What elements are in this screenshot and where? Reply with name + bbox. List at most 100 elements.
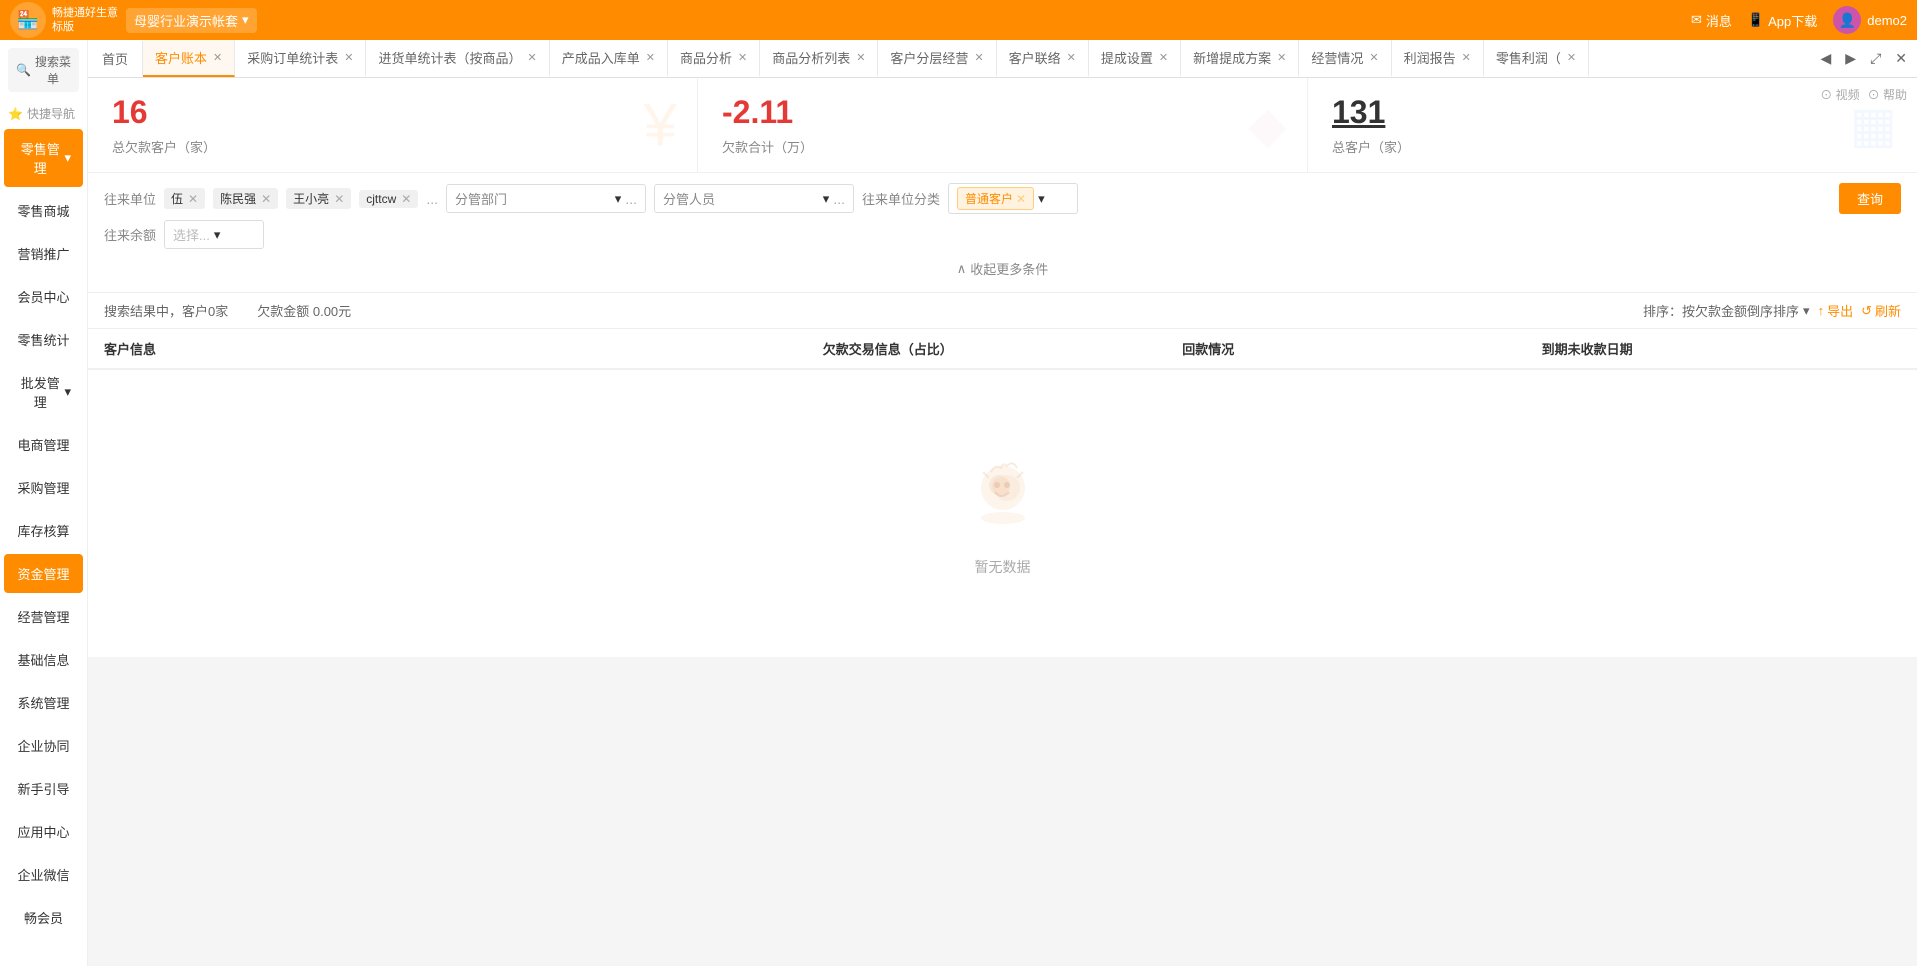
tab-close-all-button[interactable]: ✕ xyxy=(1889,46,1913,71)
data-table: 客户信息 欠款交易信息（占比） 回款情况 到期未收款日期 xyxy=(88,329,1917,657)
logo-area: 🏪 畅捷通好生意 标版 xyxy=(10,2,118,38)
sidebar-item-vip-member[interactable]: 畅会员 xyxy=(4,898,83,937)
search-result-text: 搜索结果中，客户0家 xyxy=(104,301,228,320)
app-layout: 🏪 畅捷通好生意 标版 母婴行业演示帐套 ▾ ✉ 消息 📱 App下载 👤 de… xyxy=(0,0,1917,966)
sidebar-item-enterprise-wechat[interactable]: 企业微信 xyxy=(4,855,83,894)
sidebar-item-inventory[interactable]: 库存核算 xyxy=(4,511,83,550)
col-customer-info: 客户信息 xyxy=(104,339,823,358)
dept-select[interactable]: 分管部门 ▾ ... xyxy=(446,184,646,213)
tab-customer-account[interactable]: 客户账本 ✕ xyxy=(143,40,235,77)
chevron-down-icon: ▾ xyxy=(1803,303,1810,319)
logo-icon: 🏪 xyxy=(10,2,46,38)
collapse-button[interactable]: ∧ 收起更多条件 xyxy=(957,255,1049,282)
close-icon[interactable]: ✕ xyxy=(738,51,747,64)
more-tags-button[interactable]: ... xyxy=(426,191,438,207)
tab-next-button[interactable]: ▶ xyxy=(1839,46,1862,71)
close-icon[interactable]: ✕ xyxy=(1159,51,1168,64)
tab-customer-segment[interactable]: 客户分层经营 ✕ xyxy=(878,40,996,77)
classification-select[interactable]: 普通客户 ✕ ▾ xyxy=(948,183,1078,214)
close-icon[interactable]: ✕ xyxy=(344,51,353,64)
tab-profit-report[interactable]: 利润报告 ✕ xyxy=(1392,40,1484,77)
sidebar: 🔍 搜索菜单 ⭐ 快捷导航 零售管理 ▾ 零售商城 营销推广 会员中心 零售统计… xyxy=(0,40,88,966)
tab-prev-button[interactable]: ◀ xyxy=(1815,46,1838,71)
quick-nav-button[interactable]: ⭐ 快捷导航 xyxy=(0,100,87,127)
arrears-customers-label: 总欠款客户（家） xyxy=(112,137,673,156)
chevron-down-icon: ▾ xyxy=(615,191,622,207)
sidebar-item-capital-mgmt[interactable]: 资金管理 xyxy=(4,554,83,593)
close-icon[interactable]: ✕ xyxy=(646,51,655,64)
close-icon[interactable]: ✕ xyxy=(974,51,983,64)
tab-new-scheme[interactable]: 新增提成方案 ✕ xyxy=(1181,40,1299,77)
dept-more-icon: ... xyxy=(625,191,637,207)
close-icon[interactable]: ✕ xyxy=(856,51,865,64)
sidebar-item-retail-mgmt[interactable]: 零售管理 ▾ xyxy=(4,129,83,187)
query-button[interactable]: 查询 xyxy=(1839,183,1901,214)
building-bg-icon: ▦ xyxy=(1850,96,1897,154)
content-area: ¥ 16 总欠款客户（家） ◆ -2.11 欠款合计（万） ⊙ 视频 ⊙ 帮助 xyxy=(88,78,1917,966)
remove-tag-wu[interactable]: ✕ xyxy=(188,192,198,206)
total-customers-label: 总客户（家） xyxy=(1332,137,1893,156)
filter-tag-chen: 陈民强 ✕ xyxy=(213,188,278,209)
balance-select[interactable]: 选择... ▾ xyxy=(164,220,264,249)
export-button[interactable]: ↑ 导出 xyxy=(1818,301,1854,320)
message-button[interactable]: ✉ 消息 xyxy=(1691,11,1732,30)
tab-prompt-settings[interactable]: 提成设置 ✕ xyxy=(1089,40,1181,77)
close-icon[interactable]: ✕ xyxy=(213,51,222,64)
close-icon[interactable]: ✕ xyxy=(1369,51,1378,64)
tab-business-status[interactable]: 经营情况 ✕ xyxy=(1299,40,1391,77)
classification-tag: 普通客户 ✕ xyxy=(957,187,1034,210)
refresh-button[interactable]: ↺ 刷新 xyxy=(1861,301,1901,320)
user-avatar-area[interactable]: 👤 demo2 xyxy=(1833,6,1907,34)
sidebar-item-batch-mgmt[interactable]: 批发管理 ▾ xyxy=(4,363,83,421)
close-icon[interactable]: ✕ xyxy=(1462,51,1471,64)
close-icon[interactable]: ✕ xyxy=(1567,51,1576,64)
sidebar-item-app-center[interactable]: 应用中心 xyxy=(4,812,83,851)
sidebar-item-marketing[interactable]: 营销推广 xyxy=(4,234,83,273)
sidebar-item-new-guide[interactable]: 新手引导 xyxy=(4,769,83,808)
tab-expand-button[interactable]: ⤢ xyxy=(1864,46,1887,71)
tab-retail-profit[interactable]: 零售利润（ ✕ xyxy=(1484,40,1589,77)
top-bar-right: ✉ 消息 📱 App下载 👤 demo2 xyxy=(1691,6,1907,34)
sidebar-item-retail-stats[interactable]: 零售统计 xyxy=(4,320,83,359)
remove-tag-chen[interactable]: ✕ xyxy=(261,192,271,206)
sidebar-item-enterprise-coop[interactable]: 企业协同 xyxy=(4,726,83,765)
diamond-bg-icon: ◆ xyxy=(1249,96,1287,154)
company-selector[interactable]: 母婴行业演示帐套 ▾ xyxy=(126,8,257,33)
sort-selector[interactable]: 排序：按欠款金额倒序排序 ▾ xyxy=(1643,301,1810,320)
remove-tag-cjttcw[interactable]: ✕ xyxy=(401,192,411,206)
close-icon[interactable]: ✕ xyxy=(1277,51,1286,64)
arrears-customers-value: 16 xyxy=(112,94,673,131)
person-select[interactable]: 分管人员 ▾ ... xyxy=(654,184,854,213)
sidebar-item-base-info[interactable]: 基础信息 xyxy=(4,640,83,679)
tab-purchase-stats[interactable]: 采购订单统计表 ✕ xyxy=(235,40,366,77)
tab-product-analysis-list[interactable]: 商品分析列表 ✕ xyxy=(760,40,878,77)
main-content-wrapper: 首页 客户账本 ✕ 采购订单统计表 ✕ 进货单统计表（按商品） ✕ 产成品入库单… xyxy=(88,40,1917,966)
balance-label: 往来余额 xyxy=(104,225,156,244)
remove-tag-wang[interactable]: ✕ xyxy=(334,192,344,206)
tab-product-analysis[interactable]: 商品分析 ✕ xyxy=(668,40,760,77)
close-icon[interactable]: ✕ xyxy=(1067,51,1076,64)
classification-label: 往来单位分类 xyxy=(862,189,940,208)
sidebar-item-sys-mgmt[interactable]: 系统管理 xyxy=(4,683,83,722)
arrears-total-value: -2.11 xyxy=(722,94,1283,131)
star-icon: ⭐ xyxy=(8,107,23,121)
tab-bar: 首页 客户账本 ✕ 采购订单统计表 ✕ 进货单统计表（按商品） ✕ 产成品入库单… xyxy=(88,40,1917,78)
remove-classification[interactable]: ✕ xyxy=(1016,192,1026,206)
sidebar-item-ecom-mgmt[interactable]: 电商管理 xyxy=(4,425,83,464)
app-download-button[interactable]: 📱 App下载 xyxy=(1748,11,1817,30)
tab-customer-contact[interactable]: 客户联络 ✕ xyxy=(997,40,1089,77)
chevron-down-icon: ▾ xyxy=(823,191,830,207)
top-bar: 🏪 畅捷通好生意 标版 母婴行业演示帐套 ▾ ✉ 消息 📱 App下载 👤 de… xyxy=(0,0,1917,40)
sidebar-item-ops-mgmt[interactable]: 经营管理 xyxy=(4,597,83,636)
sidebar-item-retail-mall[interactable]: 零售商城 xyxy=(4,191,83,230)
search-menu-button[interactable]: 🔍 搜索菜单 xyxy=(8,48,79,92)
close-icon[interactable]: ✕ xyxy=(528,51,537,64)
tab-inbound-stats[interactable]: 进货单统计表（按商品） ✕ xyxy=(366,40,549,77)
tab-production-inbound[interactable]: 产成品入库单 ✕ xyxy=(550,40,668,77)
sidebar-item-purchase-mgmt[interactable]: 采购管理 xyxy=(4,468,83,507)
coin-bg-icon: ¥ xyxy=(644,91,677,160)
tab-home[interactable]: 首页 xyxy=(88,41,143,76)
sidebar-item-member-center[interactable]: 会员中心 xyxy=(4,277,83,316)
tab-nav-buttons: ◀ ▶ ⤢ ✕ xyxy=(1811,46,1917,71)
chevron-down-icon: ▾ xyxy=(64,384,71,400)
